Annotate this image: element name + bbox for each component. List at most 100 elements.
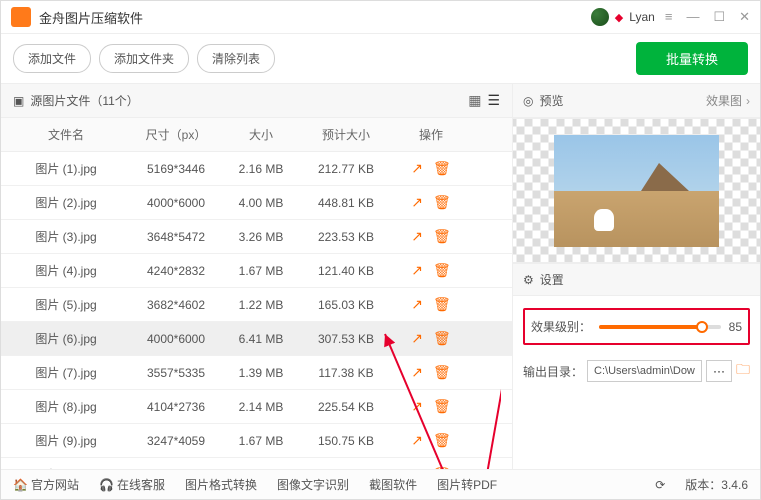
user-name: Lyan <box>629 10 655 24</box>
cell-size: 6.41 MB <box>221 324 301 354</box>
format-link[interactable]: 图片格式转换 <box>185 476 257 493</box>
open-icon[interactable]: ↗ <box>411 364 423 381</box>
cell-size: 1.39 MB <box>221 358 301 388</box>
add-file-button[interactable]: 添加文件 <box>13 44 91 73</box>
app-icon <box>11 7 31 27</box>
slider-thumb[interactable] <box>696 321 708 333</box>
table-row[interactable]: 图片 (1).jpg5169*34462.16 MB212.77 KB↗🗑 <box>1 152 512 186</box>
table-row[interactable]: 图片 (6).jpg4000*60006.41 MB307.53 KB↗🗑 <box>1 322 512 356</box>
open-icon[interactable]: ↗ <box>411 466 423 469</box>
chevron-right-icon[interactable]: › <box>746 94 750 108</box>
open-icon[interactable]: ↗ <box>411 228 423 245</box>
refresh-icon[interactable]: ⟳ <box>655 478 665 492</box>
support-icon: 🎧 <box>99 478 113 492</box>
open-icon[interactable]: ↗ <box>411 194 423 211</box>
cell-dim: 3682*4602 <box>131 290 221 320</box>
open-icon[interactable]: ↗ <box>411 262 423 279</box>
cell-ops: ↗🗑 <box>391 220 471 253</box>
table-row[interactable]: 图片 (3).jpg3648*54723.26 MB223.53 KB↗🗑 <box>1 220 512 254</box>
open-icon[interactable]: ↗ <box>411 160 423 177</box>
cell-dim: 5169*3446 <box>131 154 221 184</box>
open-icon[interactable]: ↗ <box>411 330 423 347</box>
preview-title: 预览 <box>539 92 563 109</box>
cell-dim: 4000*6000 <box>131 188 221 218</box>
table-row[interactable]: 图片 (9).jpg3247*40591.67 MB150.75 KB↗🗑 <box>1 424 512 458</box>
delete-icon[interactable]: 🗑 <box>433 432 451 449</box>
cell-est: 165.03 KB <box>301 290 391 320</box>
ocr-link[interactable]: 图像文字识别 <box>277 476 349 493</box>
support-link[interactable]: 🎧在线客服 <box>99 476 165 493</box>
preview-area <box>513 118 760 263</box>
cell-name: 图片 (7).jpg <box>1 356 131 389</box>
table-row[interactable]: 图片 (7).jpg3557*53351.39 MB117.38 KB↗🗑 <box>1 356 512 390</box>
delete-icon[interactable]: 🗑 <box>433 262 451 279</box>
cell-size: 1.67 MB <box>221 426 301 456</box>
delete-icon[interactable]: 🗑 <box>433 330 451 347</box>
preview-image <box>554 135 719 247</box>
cell-name: 图片 (10).jpg <box>1 458 131 469</box>
file-panel: ▣ 源图片文件（11个） ▦ ☰ 文件名 尺寸（px） 大小 预计大小 操作 图… <box>1 83 513 469</box>
col-dim: 尺寸（px） <box>131 118 221 151</box>
table-body: 图片 (1).jpg5169*34462.16 MB212.77 KB↗🗑图片 … <box>1 152 512 469</box>
minimize-button[interactable]: — <box>686 9 699 25</box>
cell-est: 448.81 KB <box>301 188 391 218</box>
quality-label: 效果级别： <box>531 318 591 335</box>
title-bar: 金舟图片压缩软件 ◆ Lyan ≡ — ☐ ✕ <box>1 1 760 34</box>
maximize-button[interactable]: ☐ <box>713 9 725 25</box>
settings-title: 设置 <box>540 271 564 288</box>
output-label: 输出目录： <box>523 363 583 380</box>
cell-size: 1.67 MB <box>221 256 301 286</box>
gear-icon: ⚙ <box>523 273 534 287</box>
cell-size: 1.22 MB <box>221 290 301 320</box>
table-header: 文件名 尺寸（px） 大小 预计大小 操作 <box>1 118 512 152</box>
open-icon[interactable]: ↗ <box>411 296 423 313</box>
cell-size: 3.43 MB <box>221 460 301 470</box>
official-site-link[interactable]: 🏠官方网站 <box>13 476 79 493</box>
pdf-link[interactable]: 图片转PDF <box>437 476 497 493</box>
batch-convert-button[interactable]: 批量转换 <box>636 42 748 75</box>
cell-dim: 4000*6000 <box>131 324 221 354</box>
add-folder-button[interactable]: 添加文件夹 <box>99 44 189 73</box>
settings-header: ⚙ 设置 <box>513 263 760 296</box>
table-row[interactable]: 图片 (8).jpg4104*27362.14 MB225.54 KB↗🗑 <box>1 390 512 424</box>
cell-est: 150.75 KB <box>301 426 391 456</box>
clear-list-button[interactable]: 清除列表 <box>197 44 275 73</box>
delete-icon[interactable]: 🗑 <box>433 194 451 211</box>
cell-name: 图片 (9).jpg <box>1 424 131 457</box>
cell-dim: 4480*6720 <box>131 460 221 470</box>
menu-button[interactable]: ≡ <box>665 9 673 25</box>
delete-icon[interactable]: 🗑 <box>433 160 451 177</box>
delete-icon[interactable]: 🗑 <box>433 398 451 415</box>
cell-ops: ↗🗑 <box>391 458 471 469</box>
quality-slider[interactable] <box>599 325 721 329</box>
list-view-icon[interactable]: ☰ <box>487 92 500 109</box>
cell-ops: ↗🗑 <box>391 356 471 389</box>
file-panel-title: 源图片文件（11个） <box>30 92 138 109</box>
cell-ops: ↗🗑 <box>391 424 471 457</box>
table-row[interactable]: 图片 (4).jpg4240*28321.67 MB121.40 KB↗🗑 <box>1 254 512 288</box>
right-panel: ◎ 预览 效果图 › ⚙ 设置 效果级别： 85 <box>513 83 760 469</box>
cell-size: 2.14 MB <box>221 392 301 422</box>
output-path-input[interactable] <box>587 360 702 382</box>
delete-icon[interactable]: 🗑 <box>433 466 451 469</box>
preview-tab[interactable]: 效果图 <box>706 92 742 109</box>
capture-link[interactable]: 截图软件 <box>369 476 417 493</box>
toolbar: 添加文件 添加文件夹 清除列表 批量转换 <box>1 34 760 83</box>
vip-icon: ◆ <box>615 11 623 24</box>
open-icon[interactable]: ↗ <box>411 432 423 449</box>
image-icon: ▣ <box>13 94 24 108</box>
open-icon[interactable]: ↗ <box>411 398 423 415</box>
user-chip[interactable]: ◆ Lyan <box>591 8 655 26</box>
table-row[interactable]: 图片 (10).jpg4480*67203.43 MB451.19 KB↗🗑 <box>1 458 512 469</box>
delete-icon[interactable]: 🗑 <box>433 296 451 313</box>
grid-view-icon[interactable]: ▦ <box>468 92 481 109</box>
close-button[interactable]: ✕ <box>739 9 750 25</box>
preview-header: ◎ 预览 效果图 › <box>513 83 760 118</box>
folder-icon[interactable]: 🗀 <box>736 359 750 383</box>
table-row[interactable]: 图片 (2).jpg4000*60004.00 MB448.81 KB↗🗑 <box>1 186 512 220</box>
cell-name: 图片 (6).jpg <box>1 322 131 355</box>
table-row[interactable]: 图片 (5).jpg3682*46021.22 MB165.03 KB↗🗑 <box>1 288 512 322</box>
browse-button[interactable]: ··· <box>706 360 732 382</box>
delete-icon[interactable]: 🗑 <box>433 228 451 245</box>
delete-icon[interactable]: 🗑 <box>433 364 451 381</box>
